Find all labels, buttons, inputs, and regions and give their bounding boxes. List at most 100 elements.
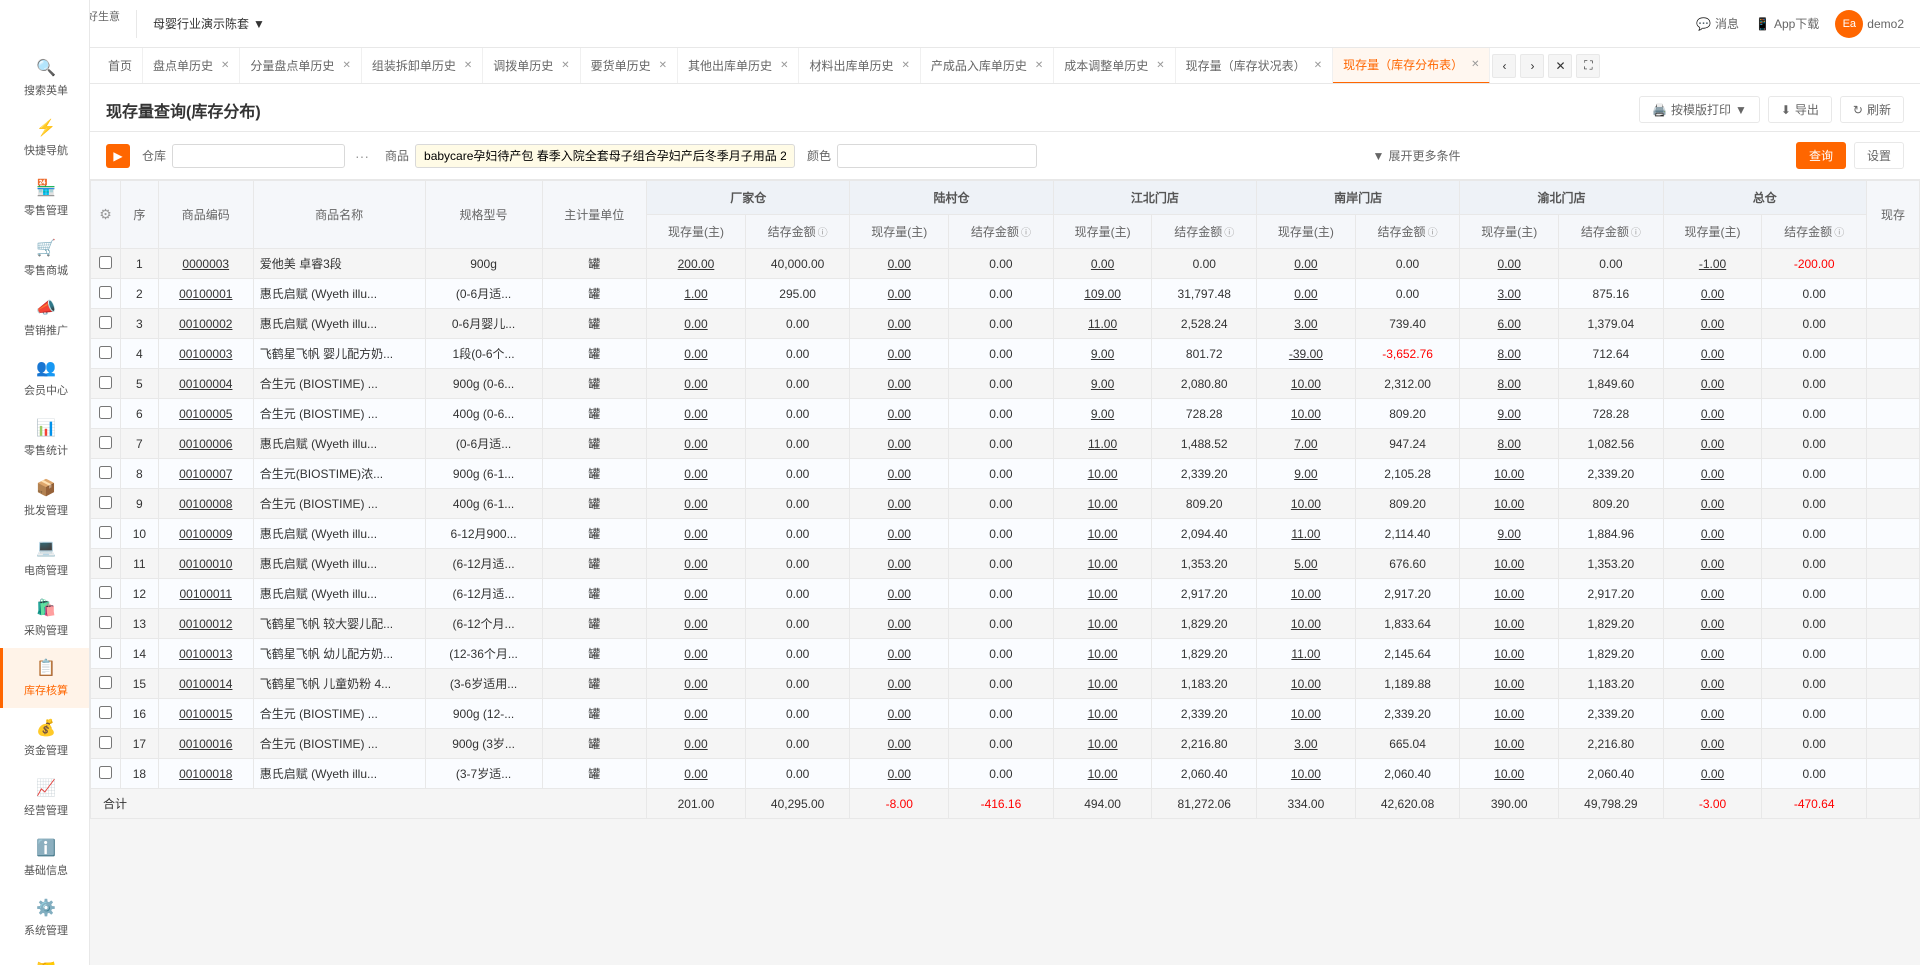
row-nanan-qty[interactable]: 5.00 (1257, 549, 1356, 579)
row-check[interactable] (91, 669, 121, 699)
row-check[interactable] (91, 579, 121, 609)
row-nanan-qty[interactable]: -39.00 (1257, 339, 1356, 369)
row-total-qty[interactable]: 0.00 (1663, 279, 1762, 309)
row-lucun-qty[interactable]: 0.00 (850, 579, 949, 609)
row-nanan-qty[interactable]: 3.00 (1257, 309, 1356, 339)
row-check[interactable] (91, 729, 121, 759)
row-nanan-qty[interactable]: 10.00 (1257, 579, 1356, 609)
row-checkbox[interactable] (99, 256, 112, 269)
row-nanan-qty[interactable]: 0.00 (1257, 249, 1356, 279)
tab-request-close[interactable]: ✕ (659, 60, 667, 71)
sidebar-item-retailstat[interactable]: 📊 零售统计 (0, 408, 89, 468)
sidebar-item-wholesale[interactable]: 📦 批发管理 (0, 468, 89, 528)
row-code[interactable]: 0000003 (158, 249, 253, 279)
row-factory-qty[interactable]: 0.00 (647, 759, 746, 789)
row-nanan-qty[interactable]: 9.00 (1257, 459, 1356, 489)
row-code[interactable]: 00100012 (158, 609, 253, 639)
row-yubei-qty[interactable]: 10.00 (1460, 699, 1559, 729)
row-yubei-qty[interactable]: 10.00 (1460, 669, 1559, 699)
row-code[interactable]: 00100010 (158, 549, 253, 579)
row-nanan-qty[interactable]: 11.00 (1257, 519, 1356, 549)
row-lucun-qty[interactable]: 0.00 (850, 369, 949, 399)
row-code[interactable]: 00100009 (158, 519, 253, 549)
row-checkbox[interactable] (99, 616, 112, 629)
tab-fractionstock-close[interactable]: ✕ (342, 60, 350, 71)
row-nanan-qty[interactable]: 10.00 (1257, 699, 1356, 729)
tab-currentstockdist[interactable]: 现存量（库存分布表） ✕ (1333, 48, 1490, 84)
row-factory-qty[interactable]: 200.00 (647, 249, 746, 279)
row-lucun-qty[interactable]: 0.00 (850, 519, 949, 549)
row-code[interactable]: 00100001 (158, 279, 253, 309)
row-total-qty[interactable]: -1.00 (1663, 249, 1762, 279)
row-total-qty[interactable]: 0.00 (1663, 729, 1762, 759)
row-check[interactable] (91, 549, 121, 579)
row-lucun-qty[interactable]: 0.00 (850, 339, 949, 369)
row-checkbox[interactable] (99, 736, 112, 749)
row-checkbox[interactable] (99, 526, 112, 539)
row-jiangbei-qty[interactable]: 11.00 (1053, 429, 1152, 459)
row-checkbox[interactable] (99, 646, 112, 659)
row-nanan-qty[interactable]: 10.00 (1257, 759, 1356, 789)
row-jiangbei-qty[interactable]: 10.00 (1053, 669, 1152, 699)
row-check[interactable] (91, 459, 121, 489)
row-factory-qty[interactable]: 0.00 (647, 489, 746, 519)
row-code[interactable]: 00100008 (158, 489, 253, 519)
sidebar-item-operations[interactable]: 📈 经营管理 (0, 768, 89, 828)
row-yubei-qty[interactable]: 10.00 (1460, 609, 1559, 639)
row-jiangbei-qty[interactable]: 10.00 (1053, 609, 1152, 639)
tab-otherout-close[interactable]: ✕ (780, 60, 788, 71)
tab-productsin-close[interactable]: ✕ (1035, 60, 1043, 71)
row-checkbox[interactable] (99, 406, 112, 419)
row-jiangbei-qty[interactable]: 9.00 (1053, 339, 1152, 369)
tab-otherout[interactable]: 其他出库单历史 ✕ (678, 48, 799, 84)
row-lucun-qty[interactable]: 0.00 (850, 399, 949, 429)
row-jiangbei-qty[interactable]: 10.00 (1053, 519, 1152, 549)
row-yubei-qty[interactable]: 8.00 (1460, 339, 1559, 369)
row-jiangbei-qty[interactable]: 10.00 (1053, 639, 1152, 669)
row-factory-qty[interactable]: 0.00 (647, 639, 746, 669)
tab-materialout-close[interactable]: ✕ (901, 60, 909, 71)
row-check[interactable] (91, 699, 121, 729)
tab-transfer-close[interactable]: ✕ (561, 60, 569, 71)
row-jiangbei-qty[interactable]: 9.00 (1053, 369, 1152, 399)
tab-currentstockstatus[interactable]: 现存量（库存状况表） ✕ (1176, 48, 1333, 84)
row-factory-qty[interactable]: 0.00 (647, 609, 746, 639)
warehouse-input[interactable] (172, 144, 345, 168)
row-check[interactable] (91, 249, 121, 279)
row-checkbox[interactable] (99, 286, 112, 299)
sidebar-item-member[interactable]: 👥 会员中心 (0, 348, 89, 408)
row-total-qty[interactable]: 0.00 (1663, 519, 1762, 549)
row-total-qty[interactable]: 0.00 (1663, 399, 1762, 429)
row-code[interactable]: 00100007 (158, 459, 253, 489)
row-lucun-qty[interactable]: 0.00 (850, 669, 949, 699)
row-total-qty[interactable]: 0.00 (1663, 429, 1762, 459)
sidebar-item-quicknav[interactable]: ⚡ 快捷导航 (0, 108, 89, 168)
sidebar-item-system[interactable]: ⚙️ 系统管理 (0, 888, 89, 948)
row-total-qty[interactable]: 0.00 (1663, 759, 1762, 789)
settings-btn[interactable]: 设置 (1854, 142, 1904, 169)
row-total-qty[interactable]: 0.00 (1663, 699, 1762, 729)
row-nanan-qty[interactable]: 10.00 (1257, 609, 1356, 639)
row-nanan-qty[interactable]: 10.00 (1257, 669, 1356, 699)
row-nanan-qty[interactable]: 0.00 (1257, 279, 1356, 309)
row-factory-qty[interactable]: 0.00 (647, 339, 746, 369)
row-yubei-qty[interactable]: 8.00 (1460, 369, 1559, 399)
row-yubei-qty[interactable]: 10.00 (1460, 549, 1559, 579)
row-jiangbei-qty[interactable]: 10.00 (1053, 729, 1152, 759)
row-factory-qty[interactable]: 0.00 (647, 579, 746, 609)
row-yubei-qty[interactable]: 10.00 (1460, 579, 1559, 609)
row-jiangbei-qty[interactable]: 10.00 (1053, 489, 1152, 519)
row-yubei-qty[interactable]: 6.00 (1460, 309, 1559, 339)
row-check[interactable] (91, 429, 121, 459)
row-jiangbei-qty[interactable]: 10.00 (1053, 579, 1152, 609)
tab-productsin[interactable]: 产成品入库单历史 ✕ (921, 48, 1054, 84)
row-jiangbei-qty[interactable]: 11.00 (1053, 309, 1152, 339)
warehouse-dots-btn[interactable]: ··· (351, 148, 373, 164)
sidebar-item-corp[interactable]: 🤝 企业协同 (0, 948, 89, 965)
row-jiangbei-qty[interactable]: 10.00 (1053, 549, 1152, 579)
row-checkbox[interactable] (99, 766, 112, 779)
row-checkbox[interactable] (99, 466, 112, 479)
row-lucun-qty[interactable]: 0.00 (850, 639, 949, 669)
sidebar-item-inventory[interactable]: 📋 库存核算 (0, 648, 89, 708)
tab-currentstockdist-close[interactable]: ✕ (1471, 59, 1479, 70)
